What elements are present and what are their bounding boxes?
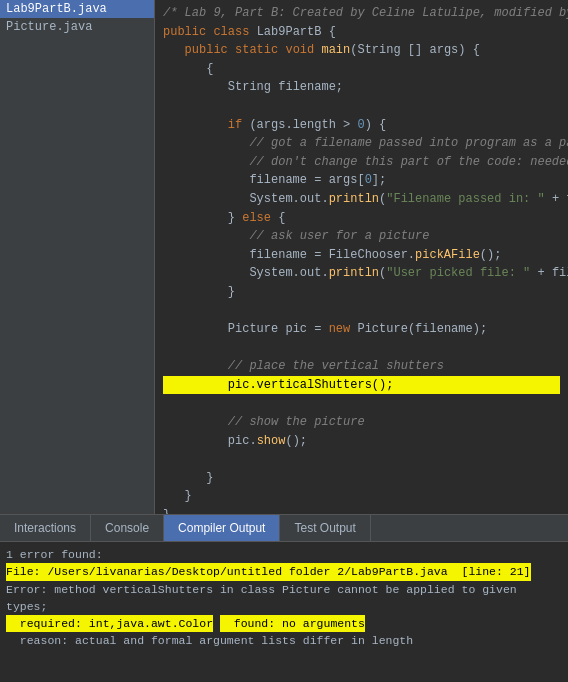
output-line-7: reason: actual and formal argument lists…	[6, 632, 562, 649]
tab-compiler-output[interactable]: Compiler Output	[164, 515, 280, 541]
tab-test-output[interactable]: Test Output	[280, 515, 370, 541]
code-content: /* Lab 9, Part B: Created by Celine Latu…	[155, 0, 568, 514]
output-line-5: required: int,java.awt.Color	[6, 615, 213, 632]
output-line-6: found: no arguments	[220, 615, 365, 632]
file-list: Lab9PartB.java Picture.java	[0, 0, 155, 514]
file-item-lab9partb[interactable]: Lab9PartB.java	[0, 0, 154, 18]
tab-interactions[interactable]: Interactions	[0, 515, 91, 541]
output-line-4: types;	[6, 598, 562, 615]
tabs-bar: Interactions Console Compiler Output Tes…	[0, 514, 568, 542]
output-line-1: 1 error found:	[6, 546, 562, 563]
code-editor[interactable]: /* Lab 9, Part B: Created by Celine Latu…	[155, 0, 568, 514]
output-panel[interactable]: 1 error found: File: /Users/livanarias/D…	[0, 542, 568, 682]
output-line-2: File: /Users/livanarias/Desktop/untitled…	[6, 563, 531, 580]
output-line-3: Error: method verticalShutters in class …	[6, 581, 562, 598]
top-area: Lab9PartB.java Picture.java /* Lab 9, Pa…	[0, 0, 568, 514]
tab-console[interactable]: Console	[91, 515, 164, 541]
output-content: 1 error found: File: /Users/livanarias/D…	[0, 542, 568, 654]
file-item-picture[interactable]: Picture.java	[0, 18, 154, 36]
